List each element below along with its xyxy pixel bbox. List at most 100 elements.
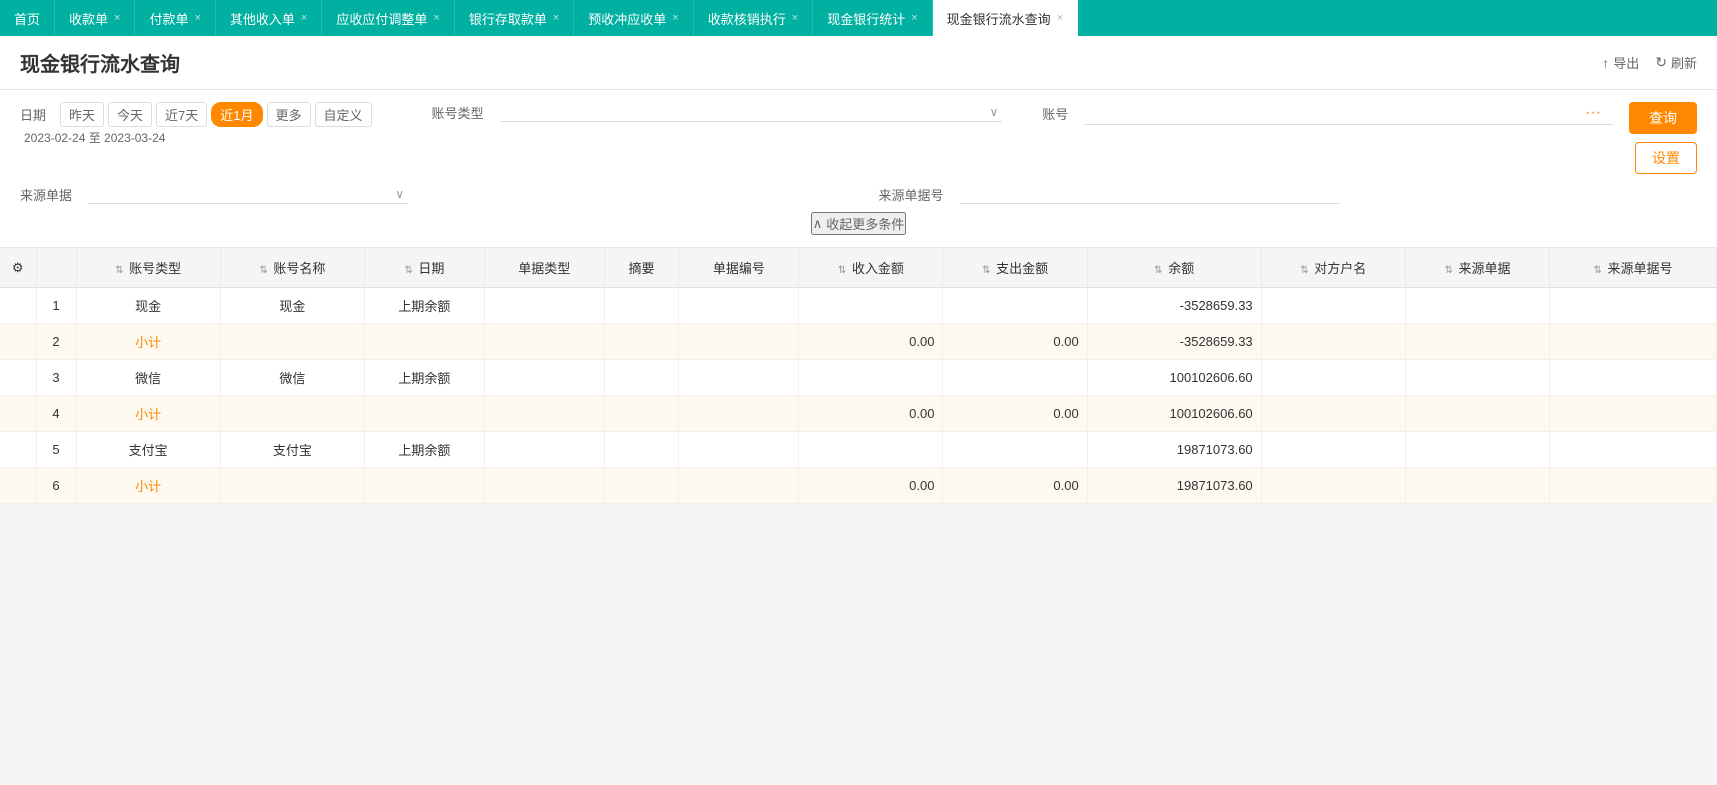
- cell-num-1: 2: [36, 324, 76, 360]
- date-custom[interactable]: 自定义: [315, 102, 372, 127]
- query-button[interactable]: 查询: [1629, 102, 1697, 134]
- cell-summary-1: [604, 324, 679, 360]
- close-bank-deposit-icon[interactable]: ×: [553, 12, 559, 24]
- table-header: ⚙ ⇅ 账号类型 ⇅ 账号名称 ⇅ 日期 单据类型: [0, 248, 1717, 288]
- date-7days[interactable]: 近7天: [156, 102, 207, 127]
- close-cash-bank-stat-icon[interactable]: ×: [911, 12, 917, 24]
- nav-item-receipt-verify[interactable]: 收款核销执行 ×: [694, 0, 813, 36]
- collapse-row: ∧ 收起更多条件: [20, 208, 1697, 235]
- account-input[interactable]: [1088, 106, 1585, 121]
- table-settings-icon[interactable]: ⚙: [12, 260, 24, 275]
- date-today[interactable]: 今天: [108, 102, 152, 127]
- close-receipt-verify-icon[interactable]: ×: [792, 12, 798, 24]
- col-summary-label: 摘要: [629, 261, 655, 276]
- sort-expense-icon: ⇅: [982, 265, 990, 276]
- refresh-button[interactable]: ↻ 刷新: [1655, 53, 1697, 72]
- nav-label-cash-bank-flow: 现金银行流水查询: [947, 9, 1051, 28]
- cell-summary-4: [604, 432, 679, 468]
- account-dots-icon[interactable]: ···: [1585, 104, 1601, 122]
- col-source-no[interactable]: ⇅ 来源单据号: [1550, 248, 1717, 288]
- sort-source-no-icon: ⇅: [1594, 265, 1602, 276]
- col-balance[interactable]: ⇅ 余额: [1087, 248, 1261, 288]
- col-num: [36, 248, 76, 288]
- col-income[interactable]: ⇅ 收入金额: [799, 248, 943, 288]
- table-container: ⚙ ⇅ 账号类型 ⇅ 账号名称 ⇅ 日期 单据类型: [0, 248, 1717, 504]
- collapse-button[interactable]: ∧ 收起更多条件: [811, 212, 907, 235]
- filter-area: 日期 昨天 今天 近7天 近1月 更多 自定义 2023-02-24 至 202…: [0, 90, 1717, 248]
- cell-num-0: 1: [36, 288, 76, 324]
- source-doc-label: 来源单据: [20, 185, 72, 204]
- top-navigation: 首页 收款单 × 付款单 × 其他收入单 × 应收应付调整单 × 银行存取款单 …: [0, 0, 1717, 36]
- account-type-select-wrapper[interactable]: ∨: [500, 102, 1003, 122]
- col-acct-type[interactable]: ⇅ 账号类型: [76, 248, 220, 288]
- source-no-input[interactable]: [964, 186, 1336, 201]
- col-acct-name[interactable]: ⇅ 账号名称: [220, 248, 364, 288]
- nav-label-prepaid: 预收冲应收单: [588, 9, 666, 28]
- cell-expense-3: 0.00: [943, 396, 1087, 432]
- cell-balance-1: -3528659.33: [1087, 324, 1261, 360]
- nav-item-ar-ap-adjust[interactable]: 应收应付调整单 ×: [322, 0, 454, 36]
- source-doc-arrow-icon: ∨: [395, 187, 404, 201]
- acct-type-cell: 现金: [135, 299, 161, 314]
- date-1month[interactable]: 近1月: [211, 102, 262, 127]
- cell-doc-type-1: [484, 324, 604, 360]
- cell-income-4: [799, 432, 943, 468]
- cell-doc-type-0: [484, 288, 604, 324]
- nav-item-other-income[interactable]: 其他收入单 ×: [216, 0, 322, 36]
- cell-balance-4: 19871073.60: [1087, 432, 1261, 468]
- col-expense[interactable]: ⇅ 支出金额: [943, 248, 1087, 288]
- col-settings[interactable]: ⚙: [0, 248, 36, 288]
- nav-item-payment[interactable]: 付款单 ×: [135, 0, 215, 36]
- data-table: ⚙ ⇅ 账号类型 ⇅ 账号名称 ⇅ 日期 单据类型: [0, 248, 1717, 504]
- cell-counterparty-2: [1261, 360, 1405, 396]
- col-source-doc[interactable]: ⇅ 来源单据: [1405, 248, 1549, 288]
- date-more[interactable]: 更多: [267, 102, 311, 127]
- cell-source-doc-2: [1405, 360, 1549, 396]
- cell-doc-no-2: [679, 360, 799, 396]
- cell-acct-name-0: 现金: [220, 288, 364, 324]
- close-other-income-icon[interactable]: ×: [301, 12, 307, 24]
- sort-source-doc-icon: ⇅: [1444, 265, 1452, 276]
- close-cash-bank-flow-icon[interactable]: ×: [1057, 12, 1063, 24]
- nav-item-cash-bank-stat[interactable]: 现金银行统计 ×: [813, 0, 932, 36]
- nav-item-receipt[interactable]: 收款单 ×: [55, 0, 135, 36]
- export-label: 导出: [1613, 53, 1639, 72]
- account-label: 账号: [1042, 104, 1068, 123]
- col-expense-label: 支出金额: [996, 261, 1048, 276]
- account-type-input[interactable]: [504, 104, 990, 119]
- cell-summary-5: [604, 468, 679, 504]
- col-counterparty[interactable]: ⇅ 对方户名: [1261, 248, 1405, 288]
- cell-date-4: 上期余额: [364, 432, 484, 468]
- close-payment-icon[interactable]: ×: [194, 12, 200, 24]
- filter-right-actions: 查询 设置: [1629, 102, 1697, 174]
- page-header: 现金银行流水查询 ↑ 导出 ↻ 刷新: [0, 36, 1717, 90]
- export-button[interactable]: ↑ 导出: [1602, 53, 1639, 72]
- nav-item-home[interactable]: 首页: [0, 0, 55, 36]
- cell-income-2: [799, 360, 943, 396]
- cell-date-3: [364, 396, 484, 432]
- source-doc-select-wrapper[interactable]: ∨: [88, 184, 408, 204]
- nav-item-bank-deposit[interactable]: 银行存取款单 ×: [455, 0, 574, 36]
- cell-settings-0: [0, 288, 36, 324]
- close-receipt-icon[interactable]: ×: [114, 12, 120, 24]
- col-date[interactable]: ⇅ 日期: [364, 248, 484, 288]
- date-yesterday[interactable]: 昨天: [60, 102, 104, 127]
- nav-item-prepaid[interactable]: 预收冲应收单 ×: [574, 0, 693, 36]
- sort-date-icon: ⇅: [404, 265, 412, 276]
- cell-acct-type-0: 现金: [76, 288, 220, 324]
- settings-button[interactable]: 设置: [1635, 142, 1697, 174]
- source-doc-filter: 来源单据 ∨: [20, 184, 839, 204]
- cell-income-1: 0.00: [799, 324, 943, 360]
- close-ar-ap-icon[interactable]: ×: [433, 12, 439, 24]
- nav-label-home: 首页: [14, 9, 40, 28]
- close-prepaid-icon[interactable]: ×: [672, 12, 678, 24]
- cell-num-3: 4: [36, 396, 76, 432]
- source-doc-input[interactable]: [92, 186, 395, 201]
- table-row: 1 现金 现金 上期余额 -3528659.33: [0, 288, 1717, 324]
- cell-num-2: 3: [36, 360, 76, 396]
- source-no-input-wrapper[interactable]: [960, 184, 1340, 204]
- account-select-wrapper[interactable]: ···: [1084, 102, 1613, 125]
- nav-item-cash-bank-flow[interactable]: 现金银行流水查询 ×: [933, 0, 1078, 36]
- cell-counterparty-3: [1261, 396, 1405, 432]
- collapse-label: 收起更多条件: [826, 214, 904, 233]
